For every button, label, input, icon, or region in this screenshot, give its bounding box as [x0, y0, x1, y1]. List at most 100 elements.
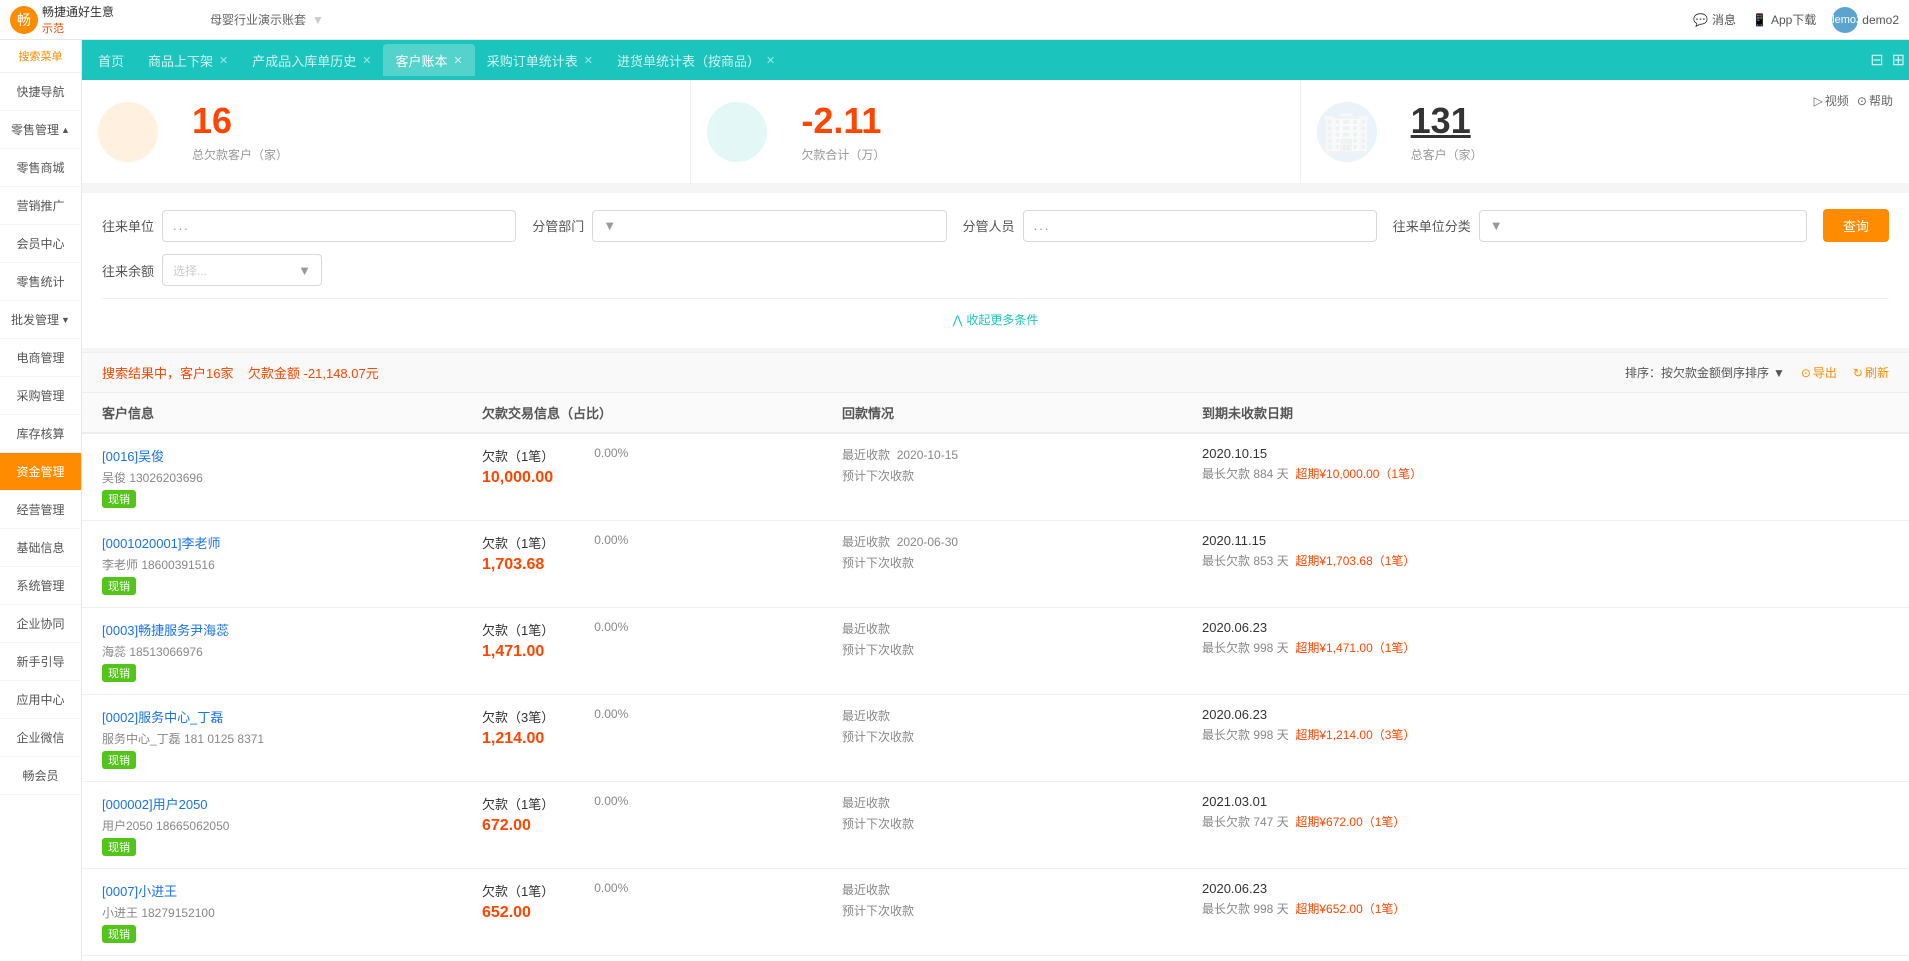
sidebar-item-vip[interactable]: 畅会员: [0, 757, 81, 795]
customer-phone-5: 小进王 18279152100: [102, 904, 482, 921]
overdue-info-4: 2021.03.01 最长欠款 747 天 超期¥672.00（1笔）: [1202, 794, 1889, 856]
refresh-btn[interactable]: ↻ 刷新: [1853, 364, 1889, 381]
sidebar-item-inventory[interactable]: 库存核算: [0, 415, 81, 453]
customer-name-2[interactable]: [0003]畅捷服务尹海蕊: [102, 620, 482, 639]
sidebar-item-wechat[interactable]: 企业微信: [0, 719, 81, 757]
debt-col-2: 欠款（1笔） 1,471.00 0.00%: [482, 620, 842, 682]
overdue-link-2[interactable]: 超期¥1,471.00（1笔）: [1295, 641, 1415, 655]
filter-dept-label: 分管部门: [532, 216, 584, 235]
debt-count-2: 欠款（1笔）: [482, 620, 554, 639]
tab-purchase-stats[interactable]: 采购订单统计表 ✕: [475, 44, 605, 76]
customer-name-0[interactable]: [0016]吴俊: [102, 446, 482, 465]
export-btn[interactable]: ⊙ 导出: [1801, 364, 1837, 381]
sidebar-item-finance[interactable]: 资金管理: [0, 453, 81, 491]
debt-info-1: 欠款（1笔） 1,703.68: [482, 533, 554, 578]
sidebar-item-collab[interactable]: 企业协同: [0, 605, 81, 643]
customer-tag-5: 现销: [102, 925, 136, 943]
debt-col-3: 欠款（3笔） 1,214.00 0.00%: [482, 707, 842, 769]
collapse-btn[interactable]: ⋀ 收起更多条件: [949, 307, 1043, 332]
customer-name-5[interactable]: [0007]小进王: [102, 881, 482, 900]
app-download-btn[interactable]: 📱 App下载: [1752, 11, 1816, 28]
tabs-maximize-btn[interactable]: ⊞: [1892, 50, 1905, 70]
tab-warehouse-close[interactable]: ✕: [362, 54, 371, 67]
stat-icon-diamond: ◆: [707, 102, 767, 162]
sidebar-item-ecommerce[interactable]: 电商管理: [0, 339, 81, 377]
overdue-link-5[interactable]: 超期¥652.00（1笔）: [1295, 902, 1405, 916]
stat-total-customers-number: 131: [1411, 100, 1483, 142]
filter-category-input[interactable]: ▼: [1479, 210, 1807, 242]
sidebar-item-guide[interactable]: 新手引导: [0, 643, 81, 681]
customer-name-4[interactable]: [000002]用户2050: [102, 794, 482, 813]
help-btn[interactable]: ⊙ 帮助: [1857, 92, 1893, 109]
table-row: [0001020001]李老师 李老师 18600391516 现销 欠款（1笔…: [82, 521, 1909, 608]
sidebar-item-operations[interactable]: 经营管理: [0, 491, 81, 529]
sidebar-item-retail-mgmt[interactable]: 零售管理 ▲: [0, 111, 81, 149]
debt-amount-5[interactable]: 652.00: [482, 904, 554, 922]
stat-card-total-customers: 🏢 131 总客户（家） ▷ 视频 ⊙ 帮助: [1301, 80, 1909, 183]
tab-product-listing-close[interactable]: ✕: [219, 54, 228, 67]
avatar: demo2: [1832, 7, 1858, 33]
system-name: 母婴行业演示账套: [210, 11, 306, 28]
tab-home[interactable]: 首页: [86, 44, 136, 76]
search-button[interactable]: 查询: [1823, 209, 1889, 242]
sidebar-item-member[interactable]: 会员中心: [0, 225, 81, 263]
sidebar-item-purchase[interactable]: 采购管理: [0, 377, 81, 415]
overdue-link-0[interactable]: 超期¥10,000.00（1笔）: [1295, 467, 1422, 481]
customer-name-3[interactable]: [0002]服务中心_丁磊: [102, 707, 482, 726]
filter-person-input[interactable]: ...: [1023, 210, 1377, 242]
overdue-link-1[interactable]: 超期¥1,703.68（1笔）: [1295, 554, 1415, 568]
stat-total-customers-label: 总客户（家）: [1411, 146, 1483, 163]
sidebar-item-system[interactable]: 系统管理: [0, 567, 81, 605]
filter-person: 分管人员 ...: [963, 210, 1377, 242]
debt-amount-3[interactable]: 1,214.00: [482, 730, 554, 748]
tab-warehouse-history[interactable]: 产成品入库单历史 ✕: [240, 44, 383, 76]
username: demo2: [1862, 13, 1899, 27]
sidebar-item-retail-mall[interactable]: 零售商城: [0, 149, 81, 187]
recovery-info-1: 最近收款 2020-06-30 预计下次收款: [842, 533, 1202, 595]
result-actions: 排序：按欠款金额倒序排序 ▼ ⊙ 导出 ↻ 刷新: [1625, 364, 1889, 381]
chevron-up-icon: ⋀: [953, 313, 963, 327]
sidebar-item-retail-stat[interactable]: 零售统计: [0, 263, 81, 301]
recovery-info-0: 最近收款 2020-10-15 预计下次收款: [842, 446, 1202, 508]
tab-product-listing[interactable]: 商品上下架 ✕: [136, 44, 240, 76]
filter-source-unit-dots: ...: [173, 218, 190, 233]
tab-inbound-stats[interactable]: 进货单统计表（按商品） ✕: [605, 44, 787, 76]
filter-source-unit-input[interactable]: ...: [162, 210, 516, 242]
message-btn[interactable]: 💬 消息: [1693, 11, 1736, 28]
overdue-link-4[interactable]: 超期¥672.00（1笔）: [1295, 815, 1405, 829]
customer-name-1[interactable]: [0001020001]李老师: [102, 533, 482, 552]
sidebar-item-basic-info[interactable]: 基础信息: [0, 529, 81, 567]
debt-col-4: 欠款（1笔） 672.00 0.00%: [482, 794, 842, 856]
debt-count-1: 欠款（1笔）: [482, 533, 554, 552]
tab-customer-ledger-close[interactable]: ✕: [454, 54, 463, 67]
debt-amount-1[interactable]: 1,703.68: [482, 556, 554, 574]
filter-balance-label: 往来余额: [102, 261, 154, 280]
debt-amount-2[interactable]: 1,471.00: [482, 643, 554, 661]
refresh-label: 刷新: [1865, 364, 1889, 381]
sidebar-item-nav[interactable]: 快捷导航: [0, 73, 81, 111]
tab-customer-ledger[interactable]: 客户账本 ✕: [383, 44, 474, 76]
filter-source-unit-label: 往来单位: [102, 216, 154, 235]
sort-select[interactable]: 排序：按欠款金额倒序排序 ▼: [1625, 364, 1785, 381]
tab-purchase-close[interactable]: ✕: [584, 54, 593, 67]
sidebar-item-wholesale[interactable]: 批发管理 ▼: [0, 301, 81, 339]
sidebar-item-marketing[interactable]: 营销推广: [0, 187, 81, 225]
recovery-info-5: 最近收款 预计下次收款: [842, 881, 1202, 943]
tab-inbound-close[interactable]: ✕: [766, 54, 775, 67]
filter-balance-input[interactable]: 选择... ▼: [162, 254, 322, 286]
debt-amount-0[interactable]: 10,000.00: [482, 469, 554, 487]
video-btn[interactable]: ▷ 视频: [1814, 92, 1849, 109]
user-avatar-btn[interactable]: demo2 demo2: [1832, 7, 1899, 33]
sidebar-item-apps[interactable]: 应用中心: [0, 681, 81, 719]
recovery-info-3: 最近收款 预计下次收款: [842, 707, 1202, 769]
filter-dept-input[interactable]: ▼: [592, 210, 946, 242]
filter-balance-placeholder: 选择...: [173, 262, 207, 279]
customer-tag-2: 现销: [102, 664, 136, 682]
filter-category-label: 往来单位分类: [1393, 216, 1471, 235]
debt-amount-4[interactable]: 672.00: [482, 817, 554, 835]
sidebar-search[interactable]: 搜索菜单: [0, 40, 81, 73]
customer-tag-0: 现销: [102, 490, 136, 508]
tabs-restore-btn[interactable]: ⊟: [1870, 50, 1883, 70]
overdue-link-3[interactable]: 超期¥1,214.00（3笔）: [1295, 728, 1415, 742]
overdue-info-2: 2020.06.23 最长欠款 998 天 超期¥1,471.00（1笔）: [1202, 620, 1889, 682]
